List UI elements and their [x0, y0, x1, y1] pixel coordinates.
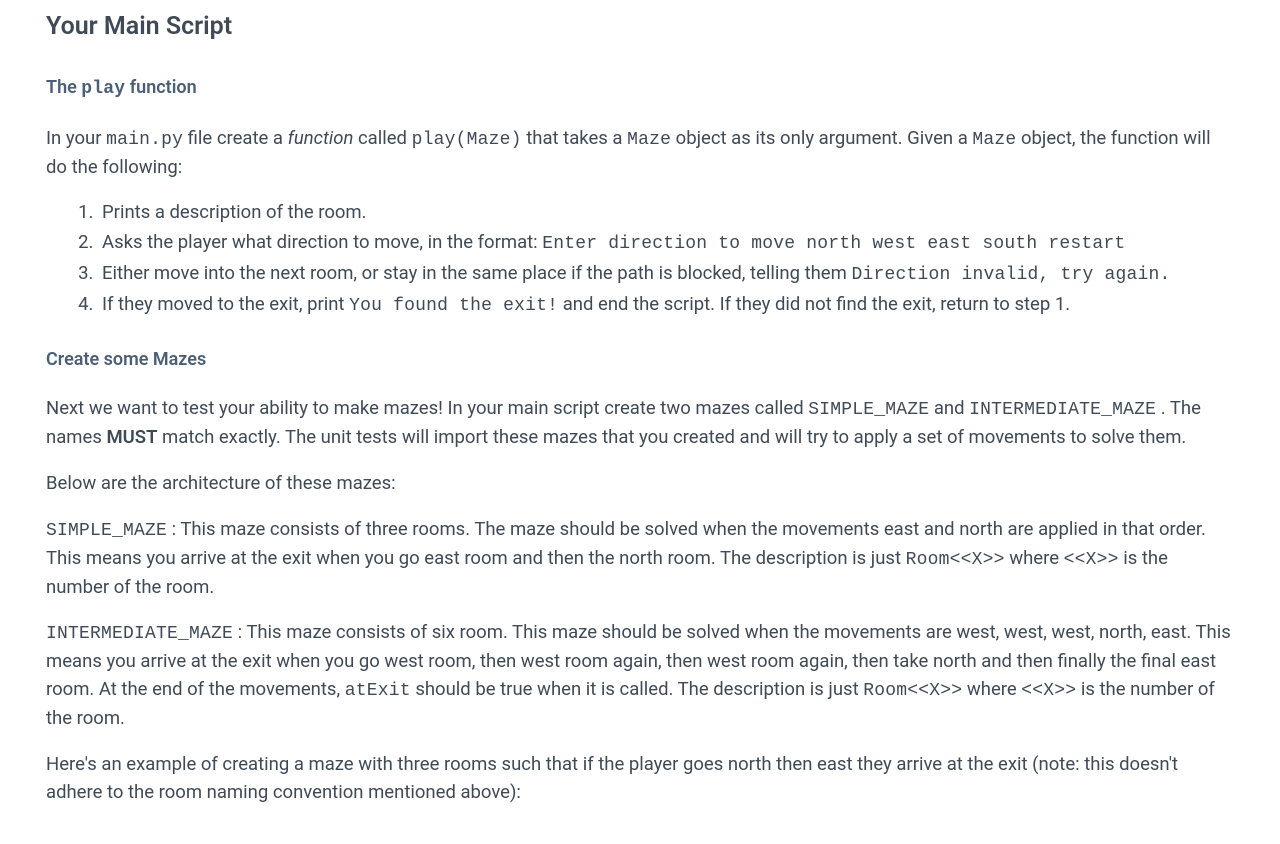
- text-run: where: [962, 678, 1021, 700]
- strong-must: MUST: [106, 426, 157, 448]
- code-simple-maze: SIMPLE_MAZE: [808, 400, 929, 420]
- code-invalid: Direction invalid, try again.: [851, 265, 1170, 285]
- section-heading-mazes: Create some Mazes: [46, 346, 1234, 373]
- em-function: function: [288, 127, 354, 149]
- mazes-intro-paragraph: Next we want to test your ability to mak…: [46, 395, 1234, 452]
- example-intro-paragraph: Here's an example of creating a maze wit…: [46, 751, 1234, 807]
- page-title: Your Main Script: [46, 8, 1234, 46]
- text-run: and: [929, 397, 969, 419]
- text-run: that takes a: [522, 127, 627, 149]
- code-play: play(Maze): [412, 130, 522, 150]
- code-found-exit: You found the exit!: [349, 296, 558, 316]
- text-run: Next we want to test your ability to mak…: [46, 397, 808, 419]
- list-item: If they moved to the exit, print You fou…: [98, 291, 1234, 320]
- code-intermediate-maze: INTERMEDIATE_MAZE: [46, 624, 233, 644]
- text-run: Asks the player what direction to move, …: [102, 231, 542, 253]
- text-run: where: [1005, 547, 1064, 569]
- list-item: Asks the player what direction to move, …: [98, 229, 1234, 258]
- text-run: If they moved to the exit, print: [102, 293, 349, 315]
- text-run: In your: [46, 127, 106, 149]
- code-mainpy: main.py: [106, 130, 183, 150]
- code-prompt: Enter direction to move north west east …: [542, 234, 1125, 254]
- code-simple-maze: SIMPLE_MAZE: [46, 521, 167, 541]
- list-item: Prints a description of the room.: [98, 199, 1234, 227]
- text-run: and end the script. If they did not find…: [558, 293, 1070, 315]
- intermediate-maze-paragraph: INTERMEDIATE_MAZE : This maze consists o…: [46, 619, 1234, 733]
- steps-list: Prints a description of the room. Asks t…: [46, 199, 1234, 320]
- code-play-word: play: [81, 79, 125, 99]
- text-run: match exactly. The unit tests will impor…: [157, 426, 1186, 448]
- architecture-label: Below are the architecture of these maze…: [46, 470, 1234, 498]
- code-maze: Maze: [627, 130, 671, 150]
- simple-maze-paragraph: SIMPLE_MAZE : This maze consists of thre…: [46, 516, 1234, 602]
- code-x: <<X>>: [1021, 681, 1076, 701]
- code-atexit: atExit: [345, 681, 411, 701]
- text-run: should be true when it is called. The de…: [411, 678, 864, 700]
- section-heading-play: The play function: [46, 74, 1234, 103]
- intro-paragraph: In your main.py file create a function c…: [46, 125, 1234, 182]
- text-run: Either move into the next room, or stay …: [102, 262, 851, 284]
- text-run: object as its only argument. Given a: [671, 127, 972, 149]
- code-maze: Maze: [972, 130, 1016, 150]
- code-roomx: Room<<X>>: [906, 550, 1005, 570]
- code-intermediate-maze: INTERMEDIATE_MAZE: [969, 400, 1156, 420]
- code-roomx: Room<<X>>: [863, 681, 962, 701]
- text-run: called: [353, 127, 411, 149]
- code-x: <<X>>: [1064, 550, 1119, 570]
- text-run: file create a: [183, 127, 288, 149]
- list-item: Either move into the next room, or stay …: [98, 260, 1234, 289]
